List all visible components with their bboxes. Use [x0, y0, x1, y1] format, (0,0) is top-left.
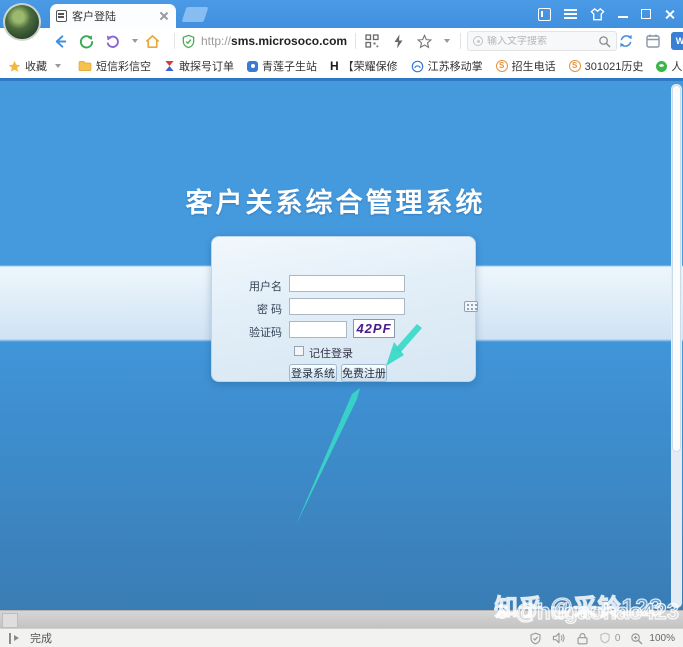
ad-block-shield-icon[interactable] [599, 632, 611, 644]
register-button[interactable]: 免费注册 [341, 364, 387, 382]
login-panel: 用户名 密 码 验证码 42PF 记住登录 登录系统 免费注册 [211, 236, 478, 382]
undo-dropdown-caret-icon[interactable] [132, 39, 138, 43]
word-doc-icon[interactable]: W [671, 32, 683, 50]
folder-icon [78, 60, 92, 72]
sidebar-expand-icon[interactable] [8, 632, 22, 644]
url-host: sms.microsoco.com [231, 34, 348, 48]
sync-refresh-icon[interactable] [617, 32, 635, 50]
security-shield-icon[interactable] [529, 632, 542, 645]
zoom-level[interactable]: 100% [649, 633, 675, 644]
zoom-magnifier-icon[interactable] [630, 632, 643, 645]
reader-mode-icon[interactable] [538, 7, 551, 21]
bookmark-item[interactable]: 短信彩信空 [78, 58, 151, 74]
horizontal-scrollbar[interactable] [0, 610, 683, 628]
status-bar: 完成 0 100% [0, 628, 683, 647]
url-protocol: http:// [201, 34, 232, 48]
bookmark-label: 青莲子生站 [262, 61, 317, 73]
captcha-image[interactable]: 42PF [353, 319, 395, 338]
blue-badge-icon [247, 60, 258, 72]
status-text: 完成 [30, 633, 52, 645]
username-input[interactable] [289, 275, 405, 292]
maximize-icon[interactable] [641, 9, 651, 19]
bookmark-item[interactable]: 江苏移动掌 [411, 58, 483, 74]
title-bar: 客户登陆 [0, 0, 683, 28]
bookmark-label: 短信彩信空 [96, 61, 151, 73]
user-avatar[interactable] [3, 3, 41, 41]
green-dot-icon [656, 60, 668, 72]
search-magnifier-icon[interactable] [598, 35, 611, 48]
favorite-star-icon[interactable] [414, 31, 434, 51]
web-page: 客户关系综合管理系统 用户名 密 码 验证码 42PF 记住登录 登录系统 免费… [0, 78, 683, 610]
captcha-input[interactable] [289, 321, 347, 338]
remember-checkbox[interactable] [294, 346, 304, 356]
blocked-count: 0 [614, 632, 621, 644]
remember-label: 记住登录 [309, 348, 353, 360]
url-text[interactable]: http://sms.microsoco.com [201, 34, 347, 48]
orange-s-icon: S [568, 60, 581, 72]
honor-h-icon: H [330, 59, 339, 73]
bookmarks-bar: 收藏 短信彩信空 敢探号订单 青莲子生站 H 【荣耀保修 江苏移动掌 S 招生电… [0, 54, 683, 78]
favorites-menu[interactable]: 收藏 [8, 58, 65, 74]
back-icon[interactable] [50, 31, 70, 51]
bookmark-item[interactable]: H 【荣耀保修 [330, 58, 398, 74]
bookmark-label: 301021历史 [584, 61, 644, 73]
skin-shirt-icon[interactable] [590, 7, 605, 22]
bookmark-item[interactable]: 青莲子生站 [247, 58, 317, 74]
username-label: 用户名 [249, 281, 282, 293]
bookmark-item[interactable]: 人间美味— [656, 58, 683, 74]
favorites-label: 收藏 [25, 61, 47, 73]
favorites-caret-icon [55, 64, 61, 68]
page-title: 客户关系综合管理系统 [185, 188, 486, 218]
bookmark-label: 招生电话 [511, 61, 556, 73]
browser-window: 客户登陆 http://sms.microsoco.com 输入文字搜索 W 收… [0, 0, 683, 647]
address-bar[interactable]: http://sms.microsoco.com [181, 34, 349, 49]
orange-s-icon: S [495, 60, 508, 72]
bookmark-label: 【荣耀保修 [342, 61, 398, 73]
search-input[interactable] [487, 35, 594, 47]
refresh-icon[interactable] [76, 31, 96, 51]
qr-code-icon[interactable] [362, 31, 382, 51]
password-label: 密 码 [256, 304, 282, 316]
close-icon[interactable] [664, 9, 675, 20]
undo-icon[interactable] [102, 31, 122, 51]
bookmark-item[interactable]: S 301021历史 [568, 58, 644, 74]
search-engine-icon[interactable] [473, 36, 483, 46]
tab-title: 客户登陆 [72, 11, 116, 23]
vertical-scrollbar-thumb[interactable] [672, 85, 681, 452]
search-box[interactable] [467, 31, 617, 51]
china-mobile-icon [411, 60, 423, 72]
star-dropdown-caret-icon[interactable] [444, 39, 450, 43]
browser-tab[interactable]: 客户登陆 [50, 4, 176, 28]
navigation-toolbar: http://sms.microsoco.com 输入文字搜索 W [0, 28, 683, 54]
vertical-scrollbar[interactable] [671, 84, 682, 608]
password-input[interactable] [289, 298, 405, 315]
captcha-label: 验证码 [249, 327, 282, 339]
bookmark-item[interactable]: 敢探号订单 [164, 58, 234, 74]
hourglass-icon [165, 60, 174, 72]
bookmark-label: 敢探号订单 [179, 61, 234, 73]
bookmark-label: 江苏移动掌 [427, 61, 483, 73]
favorites-star-icon [8, 60, 21, 72]
tab-close-icon[interactable] [158, 10, 170, 22]
minimize-icon[interactable] [618, 16, 628, 18]
new-tab-button[interactable] [181, 7, 209, 22]
bookmark-item[interactable]: S 招生电话 [495, 58, 556, 74]
tab-favicon-document-icon [56, 10, 67, 22]
site-safety-shield-icon[interactable] [181, 34, 196, 49]
login-button[interactable]: 登录系统 [289, 364, 337, 382]
home-icon[interactable] [142, 31, 162, 51]
lock-icon[interactable] [576, 632, 589, 645]
menu-icon[interactable] [564, 8, 577, 20]
speaker-icon[interactable] [552, 632, 566, 644]
flash-lightning-icon[interactable] [388, 31, 408, 51]
calendar-icon[interactable] [644, 32, 662, 50]
bookmark-label: 人间美味— [671, 61, 683, 73]
soft-keyboard-icon[interactable] [464, 301, 478, 312]
